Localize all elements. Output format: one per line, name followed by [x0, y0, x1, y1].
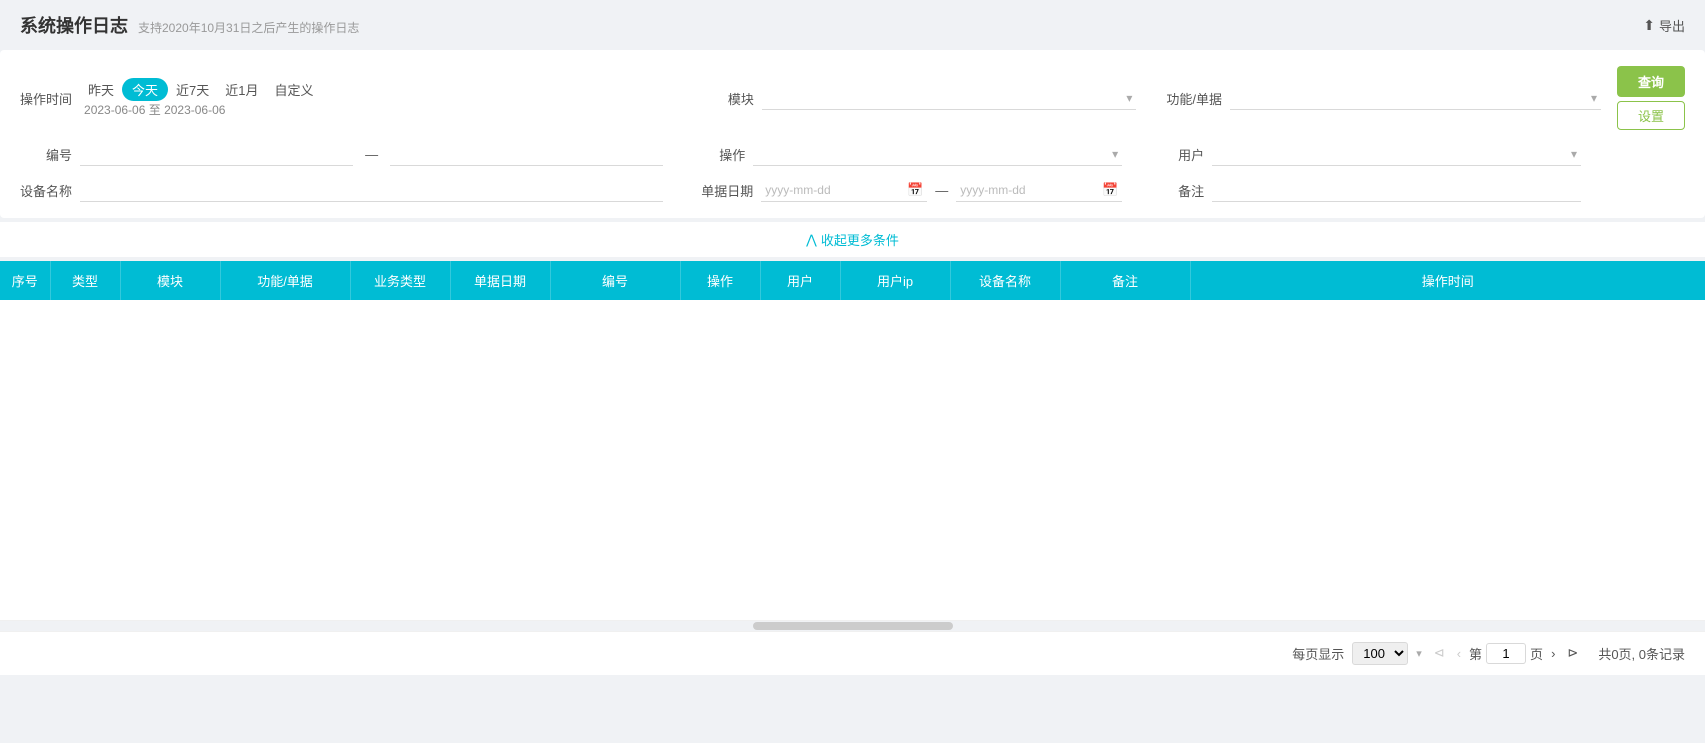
user-select[interactable]	[1212, 142, 1581, 166]
device-input[interactable]	[80, 178, 663, 202]
next-page-btn[interactable]: ›	[1547, 644, 1559, 663]
user-label: 用户	[1152, 145, 1204, 164]
col-operation: 操作	[680, 261, 760, 300]
function-select[interactable]	[1230, 86, 1601, 110]
scrollbar-area[interactable]	[0, 621, 1705, 631]
user-select-wrap: ▾	[1212, 142, 1581, 166]
col-number: 编号	[550, 261, 680, 300]
device-label: 设备名称	[20, 181, 72, 200]
voucher-date-filter: 单据日期 📅 — 📅	[693, 179, 1122, 202]
module-filter: 模块 ▾	[702, 86, 1137, 110]
scrollbar-thumb[interactable]	[753, 622, 953, 630]
time-options-area: 昨天 今天 近7天 近1月 自定义 2023-06-06 至 2023-06-0…	[80, 78, 322, 118]
page-label: 第	[1469, 644, 1482, 663]
page-size-label: 每页显示	[1292, 644, 1344, 663]
query-button[interactable]: 查询	[1617, 66, 1685, 97]
number-input-from[interactable]	[80, 142, 353, 166]
collapse-bar[interactable]: ⋀ 收起更多条件	[0, 222, 1705, 257]
settings-button[interactable]: 设置	[1617, 101, 1685, 130]
page-unit: 页	[1530, 644, 1543, 663]
filter-row-2: 编号 — 操作 ▾ 用户 ▾	[20, 142, 1685, 166]
table-body	[0, 300, 1705, 620]
operation-select-wrap: ▾	[753, 142, 1122, 166]
user-filter: 用户 ▾	[1152, 142, 1581, 166]
time-btn-1month[interactable]: 近1月	[217, 78, 266, 101]
col-op-time: 操作时间	[1190, 261, 1705, 300]
remark-filter: 备注	[1152, 178, 1581, 202]
collapse-label: 收起更多条件	[821, 230, 899, 249]
col-device: 设备名称	[950, 261, 1060, 300]
prev-page-btn[interactable]: ‹	[1453, 644, 1465, 663]
pagination-controls: ⊲ ‹ 第 页 › ⊳	[1430, 643, 1583, 664]
table-header: 序号 类型 模块 功能/单据 业务类型 单据日期 编号 操作 用户 用户ip 设…	[0, 261, 1705, 300]
number-input-to[interactable]	[390, 142, 663, 166]
page-header: 系统操作日志 支持2020年10月31日之后产生的操作日志 ⬆ 导出	[0, 0, 1705, 50]
col-biz-type: 业务类型	[350, 261, 450, 300]
module-select[interactable]	[762, 86, 1137, 110]
date-to-input[interactable]	[956, 179, 1122, 202]
export-icon: ⬆	[1643, 17, 1655, 34]
time-buttons: 昨天 今天 近7天 近1月 自定义	[80, 78, 322, 101]
filter-panel: 操作时间 昨天 今天 近7天 近1月 自定义 2023-06-06 至 2023…	[0, 50, 1705, 218]
filter-row-3: 设备名称 单据日期 📅 — 📅 备注	[20, 178, 1685, 202]
time-btn-yesterday[interactable]: 昨天	[80, 78, 122, 101]
col-user-ip: 用户ip	[840, 261, 950, 300]
function-select-wrap: ▾	[1230, 86, 1601, 110]
remark-input[interactable]	[1212, 178, 1581, 202]
time-btn-custom[interactable]: 自定义	[267, 78, 322, 101]
table-section: 序号 类型 模块 功能/单据 业务类型 单据日期 编号 操作 用户 用户ip 设…	[0, 261, 1705, 621]
page-subtitle: 支持2020年10月31日之后产生的操作日志	[138, 19, 359, 36]
function-filter: 功能/单据 ▾	[1166, 86, 1601, 110]
col-function: 功能/单据	[220, 261, 350, 300]
operation-label: 操作	[693, 145, 745, 164]
date-range-wrap: 📅 — 📅	[761, 179, 1122, 202]
title-area: 系统操作日志 支持2020年10月31日之后产生的操作日志	[20, 12, 359, 38]
page-number-wrap: 第 页	[1469, 643, 1543, 664]
col-module: 模块	[120, 261, 220, 300]
function-label: 功能/单据	[1166, 89, 1222, 108]
time-btn-7days[interactable]: 近7天	[168, 78, 217, 101]
time-range-display: 2023-06-06 至 2023-06-06	[84, 101, 322, 118]
last-page-btn[interactable]: ⊳	[1563, 643, 1582, 663]
voucher-date-label: 单据日期	[693, 181, 753, 200]
col-user: 用户	[760, 261, 840, 300]
time-btn-today[interactable]: 今天	[122, 78, 168, 101]
pagination-bar: 每页显示 50 100 200 ▾ ⊲ ‹ 第 页 › ⊳ 共0页, 0条记录	[0, 631, 1705, 675]
date-dash: —	[931, 183, 952, 198]
number-label: 编号	[20, 145, 72, 164]
col-voucher-date: 单据日期	[450, 261, 550, 300]
operation-select[interactable]	[753, 142, 1122, 166]
export-button[interactable]: ⬆ 导出	[1643, 16, 1685, 35]
page-size-arrow: ▾	[1416, 647, 1422, 660]
data-table: 序号 类型 模块 功能/单据 业务类型 单据日期 编号 操作 用户 用户ip 设…	[0, 261, 1705, 621]
time-filter: 操作时间 昨天 今天 近7天 近1月 自定义 2023-06-06 至 2023…	[20, 78, 672, 118]
page-number-input[interactable]	[1486, 643, 1526, 664]
export-label: 导出	[1659, 16, 1685, 35]
date-from-input[interactable]	[761, 179, 927, 202]
remark-label: 备注	[1152, 181, 1204, 200]
col-index: 序号	[0, 261, 50, 300]
page-size-select[interactable]: 50 100 200	[1352, 642, 1408, 665]
number-filter: 编号 —	[20, 142, 663, 166]
time-label: 操作时间	[20, 89, 72, 108]
device-filter: 设备名称	[20, 178, 663, 202]
first-page-btn[interactable]: ⊲	[1430, 643, 1449, 663]
number-dash: —	[361, 147, 382, 162]
module-select-wrap: ▾	[762, 86, 1137, 110]
col-type: 类型	[50, 261, 120, 300]
collapse-up-icon: ⋀	[806, 232, 817, 248]
filter-row-1: 操作时间 昨天 今天 近7天 近1月 自定义 2023-06-06 至 2023…	[20, 66, 1685, 130]
date-to-wrap: 📅	[956, 179, 1122, 202]
page-title: 系统操作日志	[20, 12, 128, 38]
date-from-wrap: 📅	[761, 179, 927, 202]
empty-row	[0, 300, 1705, 620]
module-label: 模块	[702, 89, 754, 108]
operation-filter: 操作 ▾	[693, 142, 1122, 166]
empty-cell	[0, 300, 1705, 620]
action-buttons: 查询 设置	[1617, 66, 1685, 130]
col-remark: 备注	[1060, 261, 1190, 300]
total-label: 共0页, 0条记录	[1598, 644, 1685, 663]
